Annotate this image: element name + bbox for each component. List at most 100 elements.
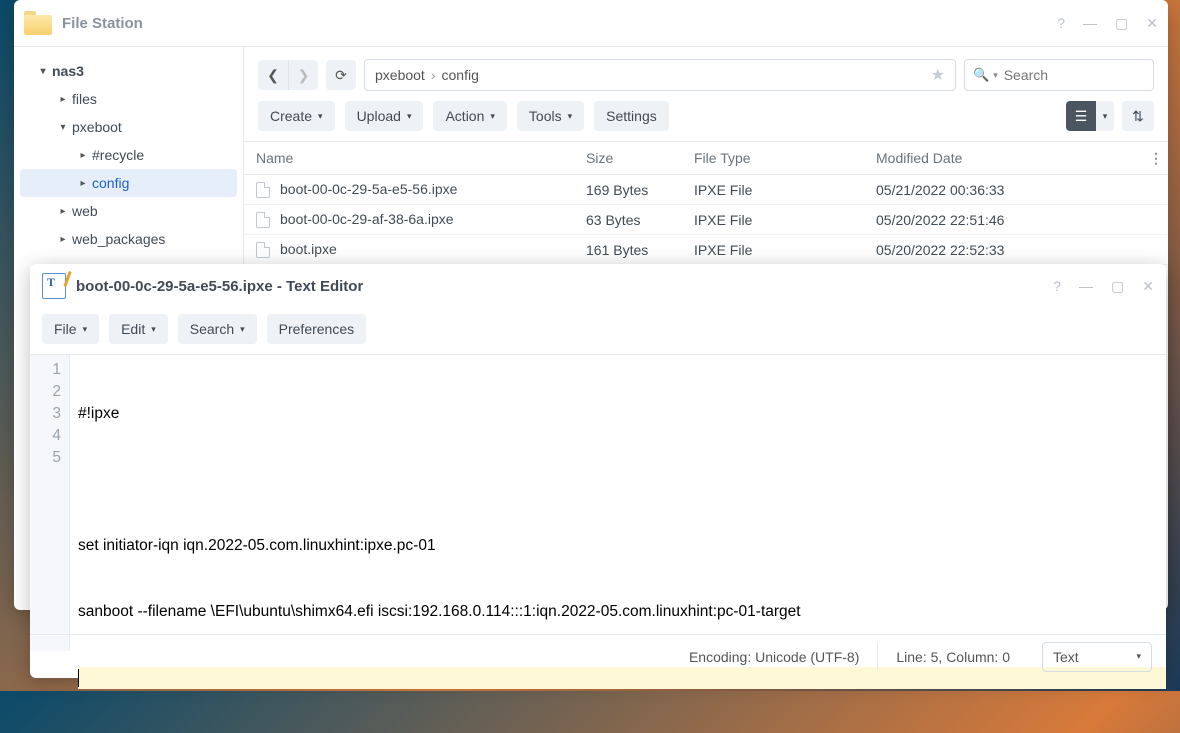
col-modified[interactable]: Modified Date bbox=[864, 150, 1144, 166]
maximize-icon[interactable]: ▢ bbox=[1111, 278, 1124, 295]
text-editor-icon: T bbox=[42, 273, 66, 299]
button-label: Action bbox=[445, 108, 484, 124]
sidebar-item-label: pxeboot bbox=[72, 119, 122, 135]
nav-back-button[interactable]: ❮ bbox=[258, 60, 288, 90]
code-content[interactable]: #!ipxe set initiator-iqn iqn.2022-05.com… bbox=[70, 355, 1166, 651]
sort-button[interactable]: ⇅ bbox=[1122, 101, 1154, 131]
nav-forward-button[interactable]: ❯ bbox=[288, 60, 318, 90]
preferences-menu[interactable]: Preferences bbox=[267, 314, 366, 344]
code-line: set initiator-iqn iqn.2022-05.com.linuxh… bbox=[78, 535, 1166, 557]
cell-modified: 05/20/2022 22:51:46 bbox=[864, 212, 1144, 228]
menu-label: File bbox=[54, 321, 77, 337]
sidebar-item-pxeboot[interactable]: ▾ pxeboot bbox=[14, 113, 243, 141]
cell-type: IPXE File bbox=[682, 212, 864, 228]
code-line: sanboot --filename \EFI\ubuntu\shimx64.e… bbox=[78, 601, 1166, 623]
chevron-right-icon: ▸ bbox=[78, 150, 88, 161]
table-row[interactable]: boot.ipxe 161 Bytes IPXE File 05/20/2022… bbox=[244, 235, 1168, 265]
text-editor-window: T boot-00-0c-29-5a-e5-56.ipxe - Text Edi… bbox=[30, 264, 1166, 678]
view-mode-button[interactable]: ☰▾ bbox=[1066, 101, 1114, 131]
code-line: #!ipxe bbox=[78, 403, 1166, 425]
table-row[interactable]: boot-00-0c-29-af-38-6a.ipxe 63 Bytes IPX… bbox=[244, 205, 1168, 235]
search-icon: 🔍 bbox=[973, 67, 989, 83]
cell-name: boot-00-0c-29-5a-e5-56.ipxe bbox=[280, 181, 457, 197]
col-size[interactable]: Size bbox=[574, 150, 682, 166]
breadcrumb-segment[interactable]: pxeboot bbox=[375, 67, 425, 83]
star-icon[interactable]: ★ bbox=[931, 65, 945, 85]
tools-button[interactable]: Tools▾ bbox=[517, 101, 584, 131]
maximize-icon[interactable]: ▢ bbox=[1115, 15, 1128, 32]
settings-button[interactable]: Settings bbox=[594, 101, 669, 131]
breadcrumb[interactable]: pxeboot › config ★ bbox=[364, 59, 956, 91]
sidebar-item-label: files bbox=[72, 91, 97, 107]
chevron-down-icon: ▾ bbox=[38, 66, 48, 77]
sidebar-item-web-packages[interactable]: ▸ web_packages bbox=[14, 225, 243, 253]
cell-name: boot-00-0c-29-af-38-6a.ipxe bbox=[280, 211, 454, 227]
chevron-down-icon: ▾ bbox=[58, 122, 68, 133]
sidebar-item-recycle[interactable]: ▸ #recycle bbox=[14, 141, 243, 169]
file-station-titlebar[interactable]: File Station ? — ▢ ✕ bbox=[14, 0, 1168, 46]
button-label: Create bbox=[270, 108, 312, 124]
sidebar-root[interactable]: ▾ nas3 bbox=[14, 57, 243, 85]
col-name[interactable]: Name bbox=[244, 150, 574, 166]
edit-menu[interactable]: Edit▾ bbox=[109, 314, 168, 344]
breadcrumb-segment[interactable]: config bbox=[442, 67, 479, 83]
app-title: File Station bbox=[62, 15, 143, 32]
cell-name: boot.ipxe bbox=[280, 241, 337, 257]
sidebar-item-label: config bbox=[92, 175, 129, 191]
button-label: Settings bbox=[606, 108, 657, 124]
help-icon[interactable]: ? bbox=[1053, 278, 1061, 294]
list-icon: ☰ bbox=[1066, 101, 1096, 131]
text-editor-titlebar[interactable]: T boot-00-0c-29-5a-e5-56.ipxe - Text Edi… bbox=[30, 264, 1166, 308]
chevron-down-icon: ▾ bbox=[83, 324, 88, 335]
file-icon bbox=[256, 182, 270, 198]
chevron-right-icon: ▸ bbox=[58, 94, 68, 105]
close-icon[interactable]: ✕ bbox=[1146, 15, 1158, 32]
editor-area[interactable]: 12345 #!ipxe set initiator-iqn iqn.2022-… bbox=[30, 355, 1166, 651]
sidebar-item-label: web_packages bbox=[72, 231, 165, 247]
editor-title: boot-00-0c-29-5a-e5-56.ipxe - Text Edito… bbox=[76, 278, 363, 295]
status-cursor: Line: 5, Column: 0 bbox=[877, 643, 1028, 671]
search-input[interactable] bbox=[1004, 67, 1180, 83]
chevron-down-icon: ▾ bbox=[407, 111, 412, 122]
chevron-down-icon: ▾ bbox=[490, 111, 495, 122]
sort-icon: ⇅ bbox=[1132, 108, 1144, 125]
sidebar-item-web[interactable]: ▸ web bbox=[14, 197, 243, 225]
search-menu[interactable]: Search ▾ bbox=[178, 314, 257, 344]
chevron-right-icon: ▸ bbox=[78, 178, 88, 189]
file-icon bbox=[256, 242, 270, 258]
cell-size: 169 Bytes bbox=[574, 182, 682, 198]
language-label: Text bbox=[1053, 649, 1079, 665]
button-label: Tools bbox=[529, 108, 562, 124]
language-select[interactable]: Text ▾ bbox=[1042, 642, 1152, 672]
close-icon[interactable]: ✕ bbox=[1142, 278, 1154, 295]
minimize-icon[interactable]: — bbox=[1079, 278, 1093, 294]
chevron-right-icon: › bbox=[431, 67, 436, 83]
upload-button[interactable]: Upload ▾ bbox=[345, 101, 424, 131]
table-row[interactable]: boot-00-0c-29-5a-e5-56.ipxe 169 Bytes IP… bbox=[244, 175, 1168, 205]
menu-label: Edit bbox=[121, 321, 145, 337]
line-gutter: 12345 bbox=[30, 355, 70, 651]
cell-type: IPXE File bbox=[682, 182, 864, 198]
chevron-right-icon: ▸ bbox=[58, 234, 68, 245]
column-menu-icon[interactable]: ⋮ bbox=[1144, 150, 1168, 167]
file-menu[interactable]: File ▾ bbox=[42, 314, 99, 344]
sidebar-item-config[interactable]: ▸ config bbox=[20, 169, 237, 197]
search-box[interactable]: 🔍▾ bbox=[964, 59, 1154, 91]
minimize-icon[interactable]: — bbox=[1083, 15, 1097, 31]
refresh-button[interactable]: ⟳ bbox=[326, 60, 356, 90]
sidebar-item-files[interactable]: ▸ files bbox=[14, 85, 243, 113]
button-label: Upload bbox=[357, 108, 401, 124]
col-type[interactable]: File Type bbox=[682, 150, 864, 166]
code-line bbox=[78, 469, 1166, 491]
chevron-down-icon: ▾ bbox=[240, 324, 245, 335]
menu-label: Search bbox=[190, 321, 234, 337]
chevron-down-icon: ▾ bbox=[993, 70, 998, 81]
cell-modified: 05/21/2022 00:36:33 bbox=[864, 182, 1144, 198]
cell-size: 63 Bytes bbox=[574, 212, 682, 228]
action-button[interactable]: Action ▾ bbox=[433, 101, 506, 131]
help-icon[interactable]: ? bbox=[1057, 15, 1065, 31]
status-encoding: Encoding: Unicode (UTF-8) bbox=[671, 643, 877, 671]
create-button[interactable]: Create ▾ bbox=[258, 101, 335, 131]
chevron-right-icon: ▸ bbox=[58, 206, 68, 217]
chevron-down-icon: ▾ bbox=[318, 111, 323, 122]
